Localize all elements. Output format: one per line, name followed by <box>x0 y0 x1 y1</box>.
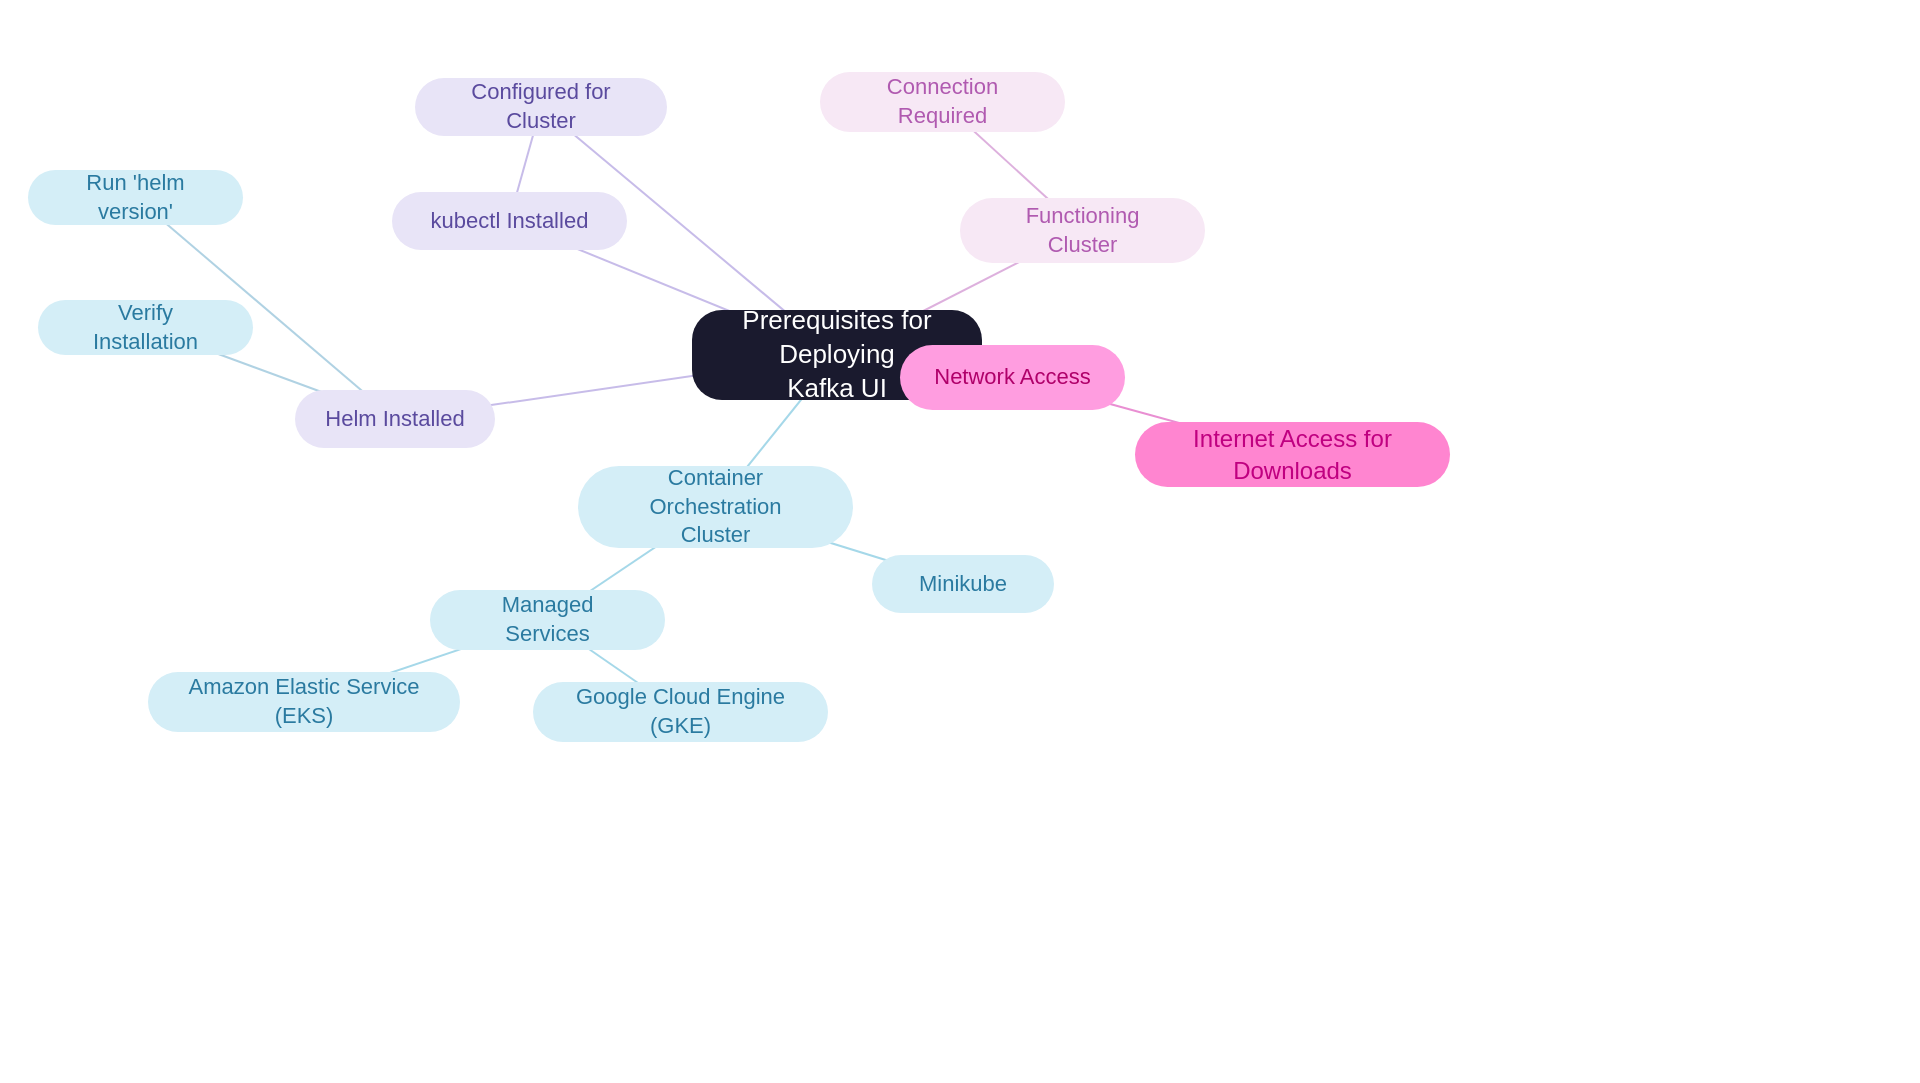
helm-installed-label: Helm Installed <box>325 405 464 434</box>
functioning-cluster-label: Functioning Cluster <box>988 202 1177 259</box>
internet-access-label: Internet Access for Downloads <box>1163 423 1422 485</box>
connection-required-label: Connection Required <box>848 73 1037 130</box>
network-access-node[interactable]: Network Access <box>900 345 1125 410</box>
container-orchestration-node[interactable]: Container OrchestrationCluster <box>578 466 853 548</box>
google-gke-node[interactable]: Google Cloud Engine (GKE) <box>533 682 828 742</box>
configured-for-cluster-node[interactable]: Configured for Cluster <box>415 78 667 136</box>
run-helm-version-node[interactable]: Run 'helm version' <box>28 170 243 225</box>
amazon-eks-label: Amazon Elastic Service (EKS) <box>176 673 432 730</box>
amazon-eks-node[interactable]: Amazon Elastic Service (EKS) <box>148 672 460 732</box>
managed-services-node[interactable]: Managed Services <box>430 590 665 650</box>
minikube-node[interactable]: Minikube <box>872 555 1054 613</box>
internet-access-node[interactable]: Internet Access for Downloads <box>1135 422 1450 487</box>
functioning-cluster-node[interactable]: Functioning Cluster <box>960 198 1205 263</box>
kubectl-installed-node[interactable]: kubectl Installed <box>392 192 627 250</box>
helm-installed-node[interactable]: Helm Installed <box>295 390 495 448</box>
kubectl-installed-label: kubectl Installed <box>431 207 589 236</box>
network-access-label: Network Access <box>934 363 1091 392</box>
container-orchestration-label: Container OrchestrationCluster <box>606 464 825 550</box>
verify-installation-node[interactable]: Verify Installation <box>38 300 253 355</box>
google-gke-label: Google Cloud Engine (GKE) <box>561 683 800 740</box>
connection-required-node[interactable]: Connection Required <box>820 72 1065 132</box>
configured-for-cluster-label: Configured for Cluster <box>443 78 639 135</box>
run-helm-version-label: Run 'helm version' <box>56 169 215 226</box>
managed-services-label: Managed Services <box>458 591 637 648</box>
verify-installation-label: Verify Installation <box>66 299 225 356</box>
minikube-label: Minikube <box>919 570 1007 599</box>
